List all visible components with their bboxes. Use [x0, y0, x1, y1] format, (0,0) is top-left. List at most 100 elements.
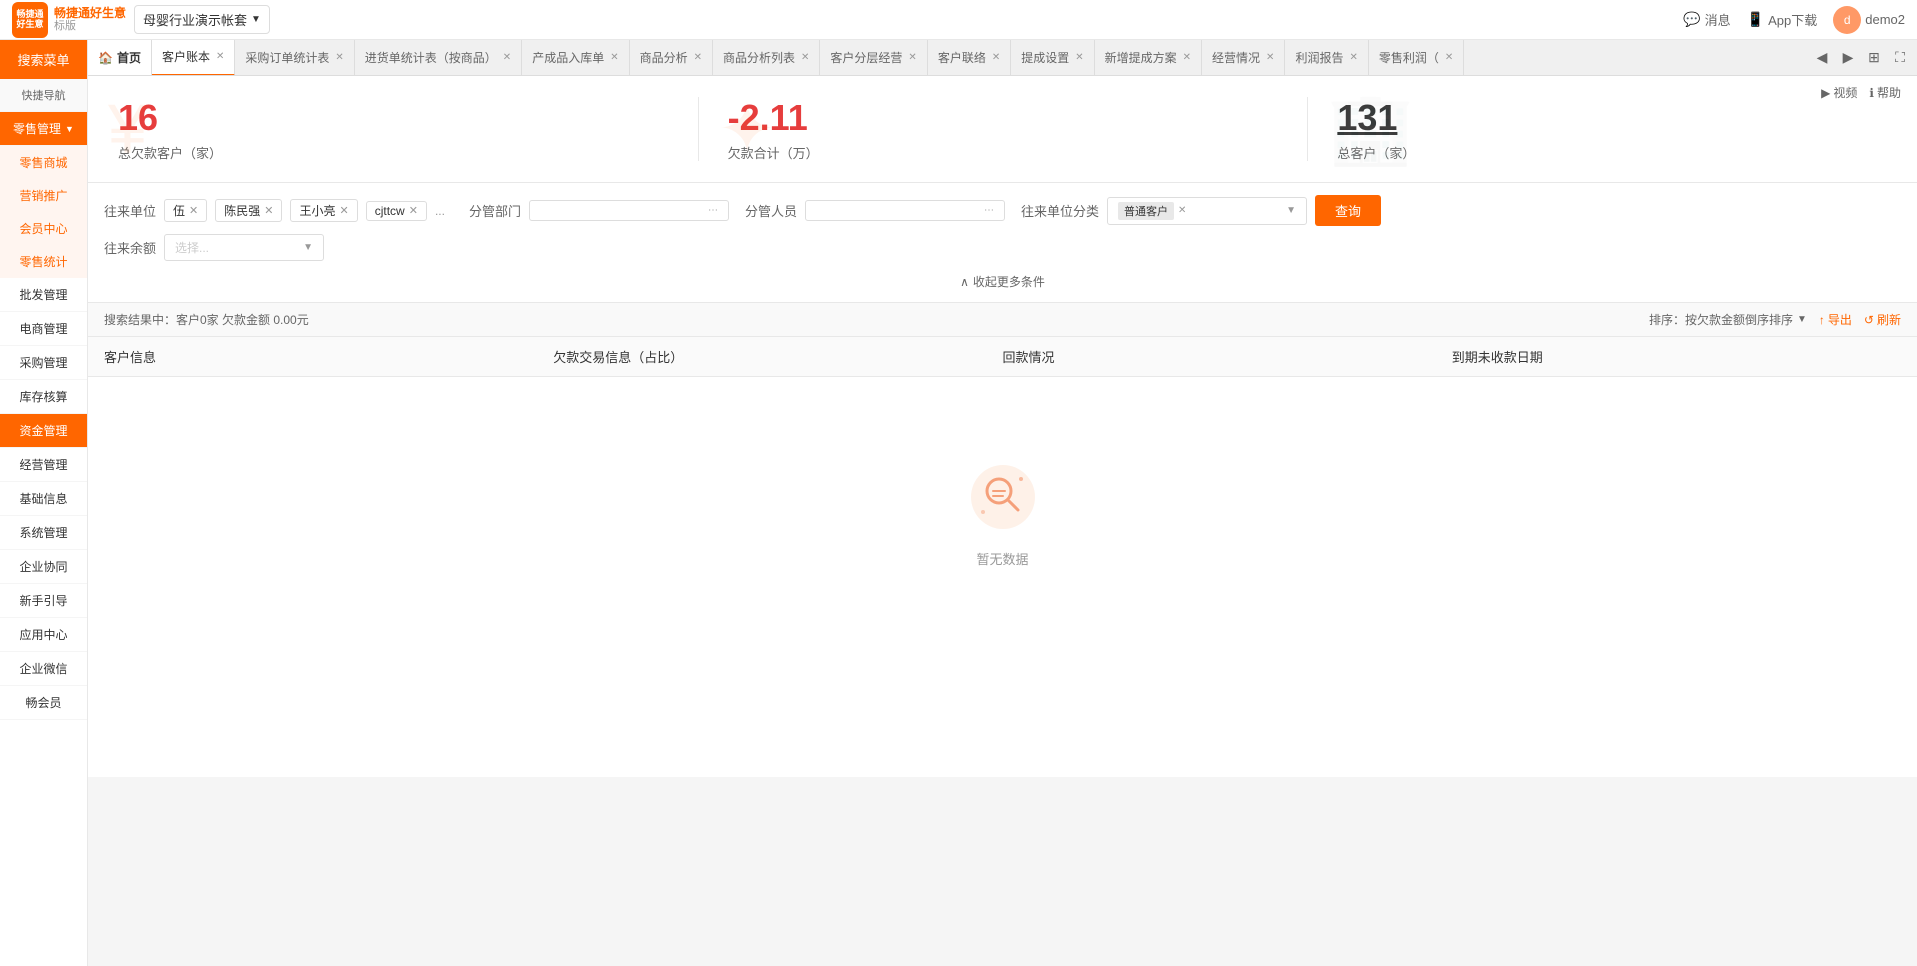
tab-close-reminder-settings[interactable]: ✕	[1075, 52, 1083, 63]
export-button[interactable]: ↑ 导出	[1819, 311, 1852, 328]
refresh-button[interactable]: ↺ 刷新	[1864, 311, 1901, 328]
dept-selector[interactable]: ⋯	[529, 200, 729, 221]
tab-close-new-achievement[interactable]: ✕	[1183, 52, 1191, 63]
video-button[interactable]: ▶ 视频	[1821, 84, 1857, 101]
help-button[interactable]: ℹ 帮助	[1869, 84, 1901, 101]
tab-fullscreen-button[interactable]: ⛶	[1889, 47, 1911, 69]
sidebar-item-purchase[interactable]: 采购管理	[0, 346, 87, 380]
manager-selector[interactable]: ⋯	[805, 200, 1005, 221]
chevron-down-icon-dept: ⋯	[708, 205, 718, 216]
col-payment-status: 回款情况	[1003, 347, 1452, 366]
col-due-date: 到期未收款日期	[1452, 347, 1901, 366]
org-selector[interactable]: 母婴行业演示帐套 ▼	[134, 5, 270, 34]
sidebar-item-enterprise-wechat[interactable]: 企业微信	[0, 652, 87, 686]
tab-reminder-settings[interactable]: 提成设置 ✕	[1011, 40, 1094, 76]
tab-close-customer-contact[interactable]: ✕	[992, 52, 1000, 63]
video-icon: ▶	[1821, 86, 1830, 100]
filter-tag-wu[interactable]: 伍 ✕	[164, 199, 207, 222]
sidebar-item-retail-label: 零售管理	[13, 120, 61, 137]
sidebar: 搜索菜单 快捷导航 零售管理 ▼ 零售商城 营销推广 会员中心 零售统计 批发管…	[0, 40, 88, 966]
tab-incoming-stats[interactable]: 进货单统计表（按商品） ✕	[355, 40, 522, 76]
tag-close-wang[interactable]: ✕	[340, 204, 349, 217]
tab-close-product-analysis[interactable]: ✕	[694, 52, 702, 63]
filter-tag-cjttcw[interactable]: cjttcw ✕	[366, 201, 427, 221]
tab-product-analysis-list[interactable]: 商品分析列表 ✕	[713, 40, 820, 76]
stat-card-credit-customers: ¥ 16 总欠款客户（家）	[88, 76, 698, 182]
filter-tag-chen[interactable]: 陈民强 ✕	[215, 199, 282, 222]
sidebar-item-member[interactable]: 会员中心	[0, 212, 87, 245]
chevron-down-icon: ▼	[251, 14, 261, 25]
sidebar-item-enterprise-collab[interactable]: 企业协同	[0, 550, 87, 584]
tab-customer-contact[interactable]: 客户联络 ✕	[928, 40, 1011, 76]
chevron-down-icon-sort: ▼	[1797, 314, 1807, 325]
tab-close-retail-profit[interactable]: ✕	[1445, 52, 1453, 63]
tag-close-chen[interactable]: ✕	[264, 204, 273, 217]
sidebar-item-system[interactable]: 系统管理	[0, 516, 87, 550]
tab-production-inbound[interactable]: 产成品入库单 ✕	[522, 40, 629, 76]
sidebar-item-marketing[interactable]: 营销推广	[0, 179, 87, 212]
sidebar-item-retail-mall[interactable]: 零售商城	[0, 146, 87, 179]
page-content: ¥ 16 总欠款客户（家） ✦ -2.11 欠款合计（万） 🏢 131 总客户（…	[88, 76, 1917, 966]
tab-next-button[interactable]: ▶	[1837, 47, 1859, 69]
tab-close-production-inbound[interactable]: ✕	[610, 52, 618, 63]
dept-filter-label: 分管部门	[469, 201, 521, 220]
sidebar-item-quick-nav[interactable]: 快捷导航	[0, 79, 87, 112]
sidebar-item-retail-stats[interactable]: 零售统计	[0, 245, 87, 278]
logo-icon: 畅捷通好生意	[12, 2, 48, 38]
main-layout: 搜索菜单 快捷导航 零售管理 ▼ 零售商城 营销推广 会员中心 零售统计 批发管…	[0, 40, 1917, 966]
sidebar-item-wholesale[interactable]: 批发管理	[0, 278, 87, 312]
tab-new-achievement[interactable]: 新增提成方案 ✕	[1095, 40, 1202, 76]
message-button[interactable]: 💬 消息	[1683, 10, 1730, 29]
tab-close-purchase-orders[interactable]: ✕	[335, 52, 343, 63]
export-icon: ↑	[1819, 313, 1825, 327]
sidebar-item-app-center[interactable]: 应用中心	[0, 618, 87, 652]
sidebar-item-finance[interactable]: 资金管理	[0, 414, 87, 448]
sidebar-item-basic-info[interactable]: 基础信息	[0, 482, 87, 516]
collapse-button[interactable]: ∧ 收起更多条件	[104, 269, 1901, 294]
balance-selector[interactable]: 选择... ▼	[164, 234, 324, 261]
tab-close-incoming-stats[interactable]: ✕	[503, 52, 511, 63]
tab-purchase-orders[interactable]: 采购订单统计表 ✕	[235, 40, 354, 76]
sort-selector[interactable]: 排序：按欠款金额倒序排序 ▼	[1649, 311, 1807, 328]
table-header: 客户信息 欠款交易信息（占比） 回款情况 到期未收款日期	[88, 337, 1917, 377]
unit-classify-selector[interactable]: 普通客户 ✕ ▼	[1107, 197, 1307, 225]
message-icon: 💬	[1683, 11, 1700, 28]
sidebar-item-pro-member[interactable]: 畅会员	[0, 686, 87, 720]
user-profile-button[interactable]: d demo2	[1833, 6, 1905, 34]
table-body: 暂无数据	[88, 377, 1917, 777]
tab-retail-profit[interactable]: 零售利润（ ✕	[1369, 40, 1464, 76]
page-top-actions: ▶ 视频 ℹ 帮助	[1821, 84, 1901, 101]
sort-label: 排序：按欠款金额倒序排序	[1649, 311, 1793, 328]
tab-home[interactable]: 🏠 首页	[88, 40, 152, 76]
sidebar-item-operations[interactable]: 经营管理	[0, 448, 87, 482]
sidebar-search[interactable]: 搜索菜单	[0, 40, 87, 79]
tab-close-profit-report[interactable]: ✕	[1349, 52, 1357, 63]
sidebar-item-new-guide[interactable]: 新手引导	[0, 584, 87, 618]
filter-tag-wang[interactable]: 王小亮 ✕	[290, 199, 357, 222]
tag-close-wu[interactable]: ✕	[189, 204, 198, 217]
tab-operations[interactable]: 经营情况 ✕	[1202, 40, 1285, 76]
unit-classify-label: 往来单位分类	[1021, 201, 1099, 220]
sidebar-item-retail[interactable]: 零售管理 ▼	[0, 112, 87, 146]
filter-more-units[interactable]: ...	[435, 204, 445, 218]
top-bar-right: 💬 消息 📱 App下载 d demo2	[1683, 6, 1905, 34]
tag-close-cjttcw[interactable]: ✕	[409, 204, 418, 217]
tab-customer-segment[interactable]: 客户分层经营 ✕	[820, 40, 927, 76]
tab-product-analysis[interactable]: 商品分析 ✕	[630, 40, 713, 76]
tab-close-operations[interactable]: ✕	[1266, 52, 1274, 63]
query-button[interactable]: 查询	[1315, 195, 1381, 226]
tab-profit-report[interactable]: 利润报告 ✕	[1285, 40, 1368, 76]
tab-close-customer-segment[interactable]: ✕	[908, 52, 916, 63]
tag-close-unit-classify[interactable]: ✕	[1178, 205, 1186, 216]
sidebar-item-inventory[interactable]: 库存核算	[0, 380, 87, 414]
tab-close-product-analysis-list[interactable]: ✕	[801, 52, 809, 63]
tab-customer-accounts[interactable]: 客户账本 ✕	[152, 40, 235, 76]
content-area: 🏠 首页 客户账本 ✕ 采购订单统计表 ✕ 进货单统计表（按商品） ✕ 产成品入…	[88, 40, 1917, 966]
search-results-bar: 搜索结果中：客户0家 欠款金额 0.00元 排序：按欠款金额倒序排序 ▼ ↑ 导…	[88, 303, 1917, 337]
tab-prev-button[interactable]: ◀	[1811, 47, 1833, 69]
tab-expand-button[interactable]: ⊞	[1863, 47, 1885, 69]
top-bar-left: 畅捷通好生意 畅捷通好生意 标版 母婴行业演示帐套 ▼	[12, 2, 270, 38]
sidebar-item-ecommerce[interactable]: 电商管理	[0, 312, 87, 346]
tab-close-customer-accounts[interactable]: ✕	[216, 51, 224, 62]
app-download-button[interactable]: 📱 App下载	[1747, 10, 1818, 29]
